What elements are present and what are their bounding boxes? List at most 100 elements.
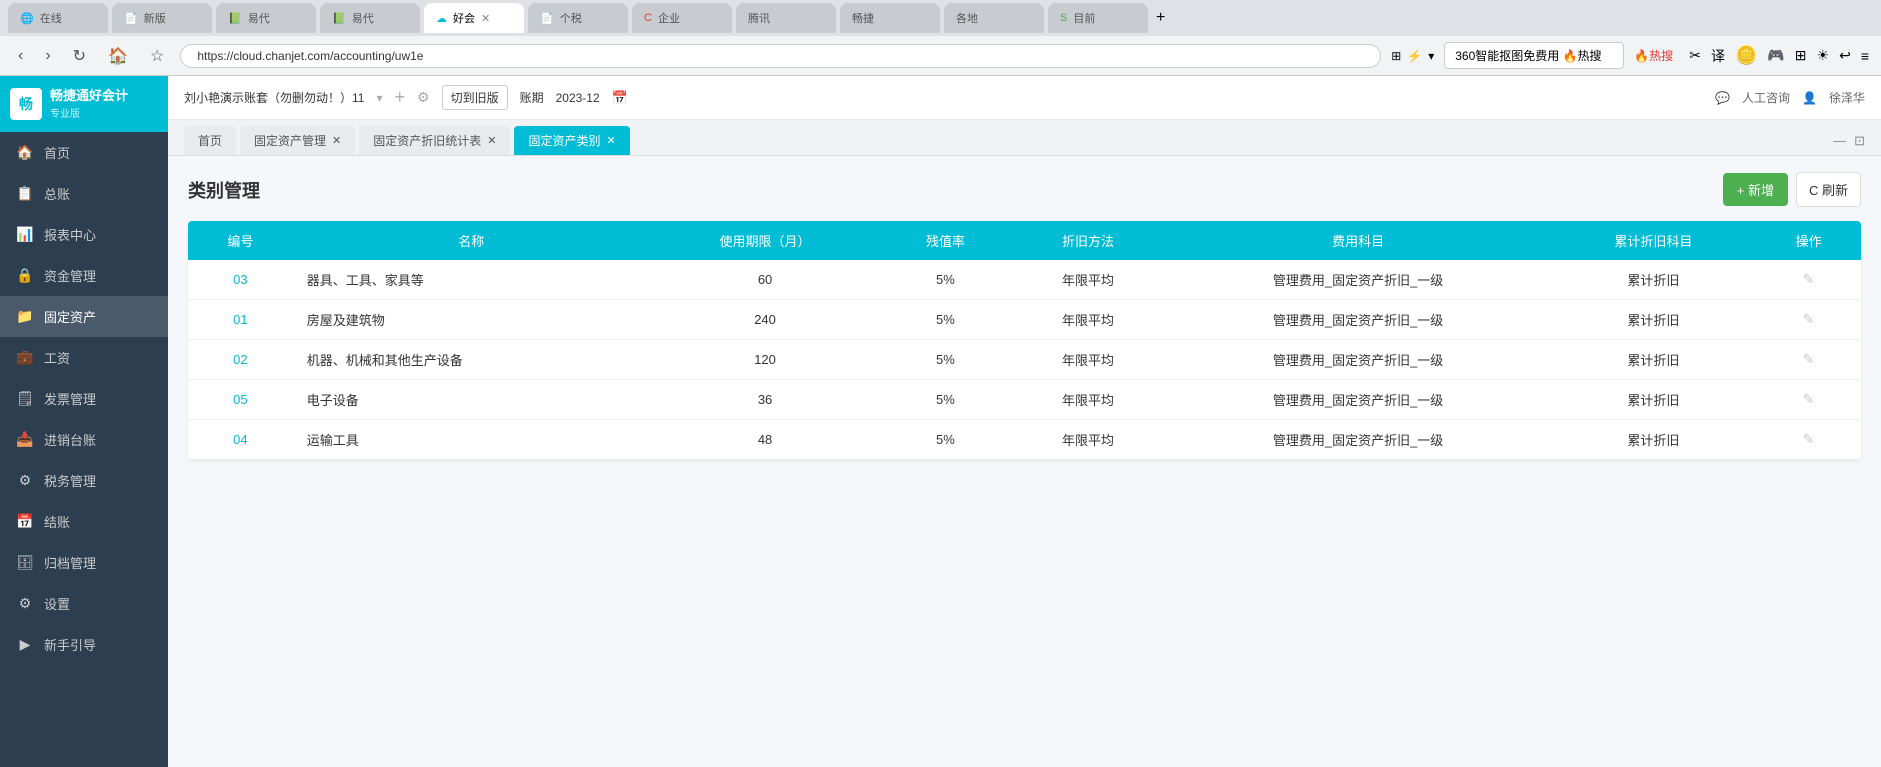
edit-icon-0[interactable]: ✎ — [1803, 271, 1815, 287]
sidebar-item-funds[interactable]: 🔒 资金管理 — [0, 255, 168, 296]
site-tools-icon[interactable]: ⊞ — [1391, 49, 1401, 63]
refresh-button[interactable]: C 刷新 — [1796, 172, 1861, 207]
service-icon: 💬 — [1715, 91, 1730, 105]
browser-tab-geshui[interactable]: 📄 个税 — [528, 3, 628, 33]
edit-icon-4[interactable]: ✎ — [1803, 431, 1815, 447]
dropdown-icon[interactable]: ▾ — [1428, 49, 1434, 63]
new-tab-button[interactable]: + — [1156, 9, 1165, 27]
sidebar-item-archive[interactable]: 🗄 归档管理 — [0, 542, 168, 583]
service-button[interactable]: 人工咨询 — [1742, 89, 1790, 106]
cell-action-1[interactable]: ✎ — [1756, 300, 1861, 340]
sidebar-item-general-ledger[interactable]: 📋 总账 — [0, 173, 168, 214]
tab-asset-category[interactable]: 固定资产类别 ✕ — [514, 126, 629, 155]
sidebar-label-settings: 设置 — [44, 594, 70, 613]
page-title: 类别管理 — [188, 177, 260, 203]
top-bar: 刘小艳演示账套（勿删勿动！）11 ▾ + ⚙ 切到旧版 账期 2023-12 📅… — [168, 76, 1881, 120]
sidebar-item-fixed-assets[interactable]: 📁 固定资产 — [0, 296, 168, 337]
add-account-icon[interactable]: + — [395, 87, 406, 108]
cell-months-0: 60 — [650, 260, 881, 300]
settings-gear-icon[interactable]: ⚙ — [417, 89, 430, 106]
cell-method-0: 年限平均 — [1010, 260, 1165, 300]
calendar-icon[interactable]: 📅 — [612, 90, 628, 106]
browser-tab-yidai1[interactable]: 📗 易代 — [216, 3, 316, 33]
sidebar-item-tax[interactable]: ⚙ 税务管理 — [0, 460, 168, 501]
browser-tab-qiye[interactable]: C 企业 — [632, 3, 732, 33]
sidebar-label-invoice: 发票管理 — [44, 389, 96, 408]
edit-icon-3[interactable]: ✎ — [1803, 391, 1815, 407]
cell-code-3[interactable]: 05 — [188, 380, 293, 420]
col-header-code: 编号 — [188, 221, 293, 260]
cell-method-4: 年限平均 — [1010, 420, 1165, 460]
logo-icon: 畅 — [10, 88, 42, 120]
cell-accum-2: 累计折旧 — [1551, 340, 1757, 380]
grid-icon[interactable]: ⊞ — [1795, 47, 1807, 64]
scissors-icon[interactable]: ✂ — [1689, 47, 1701, 64]
search-bar[interactable]: 360智能抠图免费用 🔥热搜 — [1444, 42, 1624, 69]
browser-tab-xinban[interactable]: 📄 新版 — [112, 3, 212, 33]
tab-category-label: 固定资产类别 — [528, 132, 600, 149]
undo-icon[interactable]: ↩ — [1839, 47, 1851, 64]
tab-depreciation-close[interactable]: ✕ — [487, 134, 496, 147]
browser-tab-yidai2[interactable]: 📗 易代 — [320, 3, 420, 33]
sidebar: 畅 畅捷通好会计 专业版 🏠 首页 📋 总账 📊 报表中心 🔒 资金管理 📁 固… — [0, 76, 168, 767]
reload-button[interactable]: ↻ — [67, 42, 92, 70]
logo-text-block: 畅捷通好会计 专业版 — [50, 88, 128, 120]
browser-tab-muqian[interactable]: S 目前 — [1048, 3, 1148, 33]
sidebar-item-home[interactable]: 🏠 首页 — [0, 132, 168, 173]
forward-button[interactable]: › — [39, 43, 56, 69]
sidebar-item-settings[interactable]: ⚙ 设置 — [0, 583, 168, 624]
cell-rate-1: 5% — [880, 300, 1010, 340]
edit-icon-2[interactable]: ✎ — [1803, 351, 1815, 367]
tab-home[interactable]: 首页 — [184, 126, 236, 155]
browser-tab-gedi[interactable]: 各地 — [944, 3, 1044, 33]
category-table: 编号 名称 使用期限（月） 残值率 折旧方法 费用科目 累计折旧科目 操作 03… — [188, 221, 1861, 460]
cell-action-0[interactable]: ✎ — [1756, 260, 1861, 300]
menu-icon[interactable]: ≡ — [1861, 48, 1869, 64]
tab-depreciation-stats[interactable]: 固定资产折旧统计表 ✕ — [359, 126, 510, 155]
tab-close-icon[interactable]: ✕ — [481, 12, 490, 25]
brightness-icon[interactable]: ☀ — [1817, 47, 1830, 64]
minimize-icon[interactable]: — — [1833, 133, 1846, 149]
col-header-accum: 累计折旧科目 — [1551, 221, 1757, 260]
bookmark-button[interactable]: ☆ — [144, 42, 170, 70]
coin-icon[interactable]: 🪙 — [1735, 45, 1757, 66]
browser-tab-tengxun[interactable]: 腾讯 — [736, 3, 836, 33]
sidebar-item-reports[interactable]: 📊 报表中心 — [0, 214, 168, 255]
translate-icon[interactable]: 译 — [1711, 46, 1725, 66]
cell-code-1[interactable]: 01 — [188, 300, 293, 340]
tab-depreciation-label: 固定资产折旧统计表 — [373, 132, 481, 149]
maximize-icon[interactable]: ⊡ — [1854, 133, 1865, 149]
cell-action-2[interactable]: ✎ — [1756, 340, 1861, 380]
tab-category-close[interactable]: ✕ — [607, 134, 616, 147]
switch-version-button[interactable]: 切到旧版 — [442, 85, 508, 110]
tab-fixed-assets-close[interactable]: ✕ — [332, 134, 341, 147]
cell-code-0[interactable]: 03 — [188, 260, 293, 300]
game-icon[interactable]: 🎮 — [1767, 47, 1784, 64]
back-button[interactable]: ‹ — [12, 43, 29, 69]
lightning-icon[interactable]: ⚡ — [1407, 49, 1422, 63]
sidebar-item-payroll[interactable]: 💼 工资 — [0, 337, 168, 378]
url-bar[interactable]: https://cloud.chanjet.com/accounting/uw1… — [180, 44, 1381, 68]
sidebar-item-purchase-sales[interactable]: 📥 进销台账 — [0, 419, 168, 460]
purchase-icon: 📥 — [16, 431, 34, 448]
table-row: 02 机器、机械和其他生产设备 120 5% 年限平均 管理费用_固定资产折旧_… — [188, 340, 1861, 380]
browser-tab-zaixin[interactable]: 🌐 在线 — [8, 3, 108, 33]
cell-action-4[interactable]: ✎ — [1756, 420, 1861, 460]
browser-tab-changjie[interactable]: 畅捷 — [840, 3, 940, 33]
cell-code-2[interactable]: 02 — [188, 340, 293, 380]
sidebar-item-guide[interactable]: ▶ 新手引导 — [0, 624, 168, 665]
edit-icon-1[interactable]: ✎ — [1803, 311, 1815, 327]
home-button[interactable]: 🏠 — [102, 42, 134, 70]
cell-code-4[interactable]: 04 — [188, 420, 293, 460]
cell-action-3[interactable]: ✎ — [1756, 380, 1861, 420]
sidebar-item-invoice[interactable]: 🗒 发票管理 — [0, 378, 168, 419]
sidebar-item-close-accounts[interactable]: 📅 结账 — [0, 501, 168, 542]
fixed-assets-icon: 📁 — [16, 308, 34, 325]
tab-fixed-assets-mgmt[interactable]: 固定资产管理 ✕ — [240, 126, 355, 155]
browser-tab-haohui[interactable]: ☁ 好会 ✕ — [424, 3, 524, 33]
add-category-button[interactable]: + 新增 — [1723, 173, 1788, 206]
cell-accum-3: 累计折旧 — [1551, 380, 1757, 420]
guide-icon: ▶ — [16, 636, 34, 653]
dropdown-arrow[interactable]: ▾ — [376, 91, 382, 105]
cell-expense-1: 管理费用_固定资产折旧_一级 — [1166, 300, 1551, 340]
